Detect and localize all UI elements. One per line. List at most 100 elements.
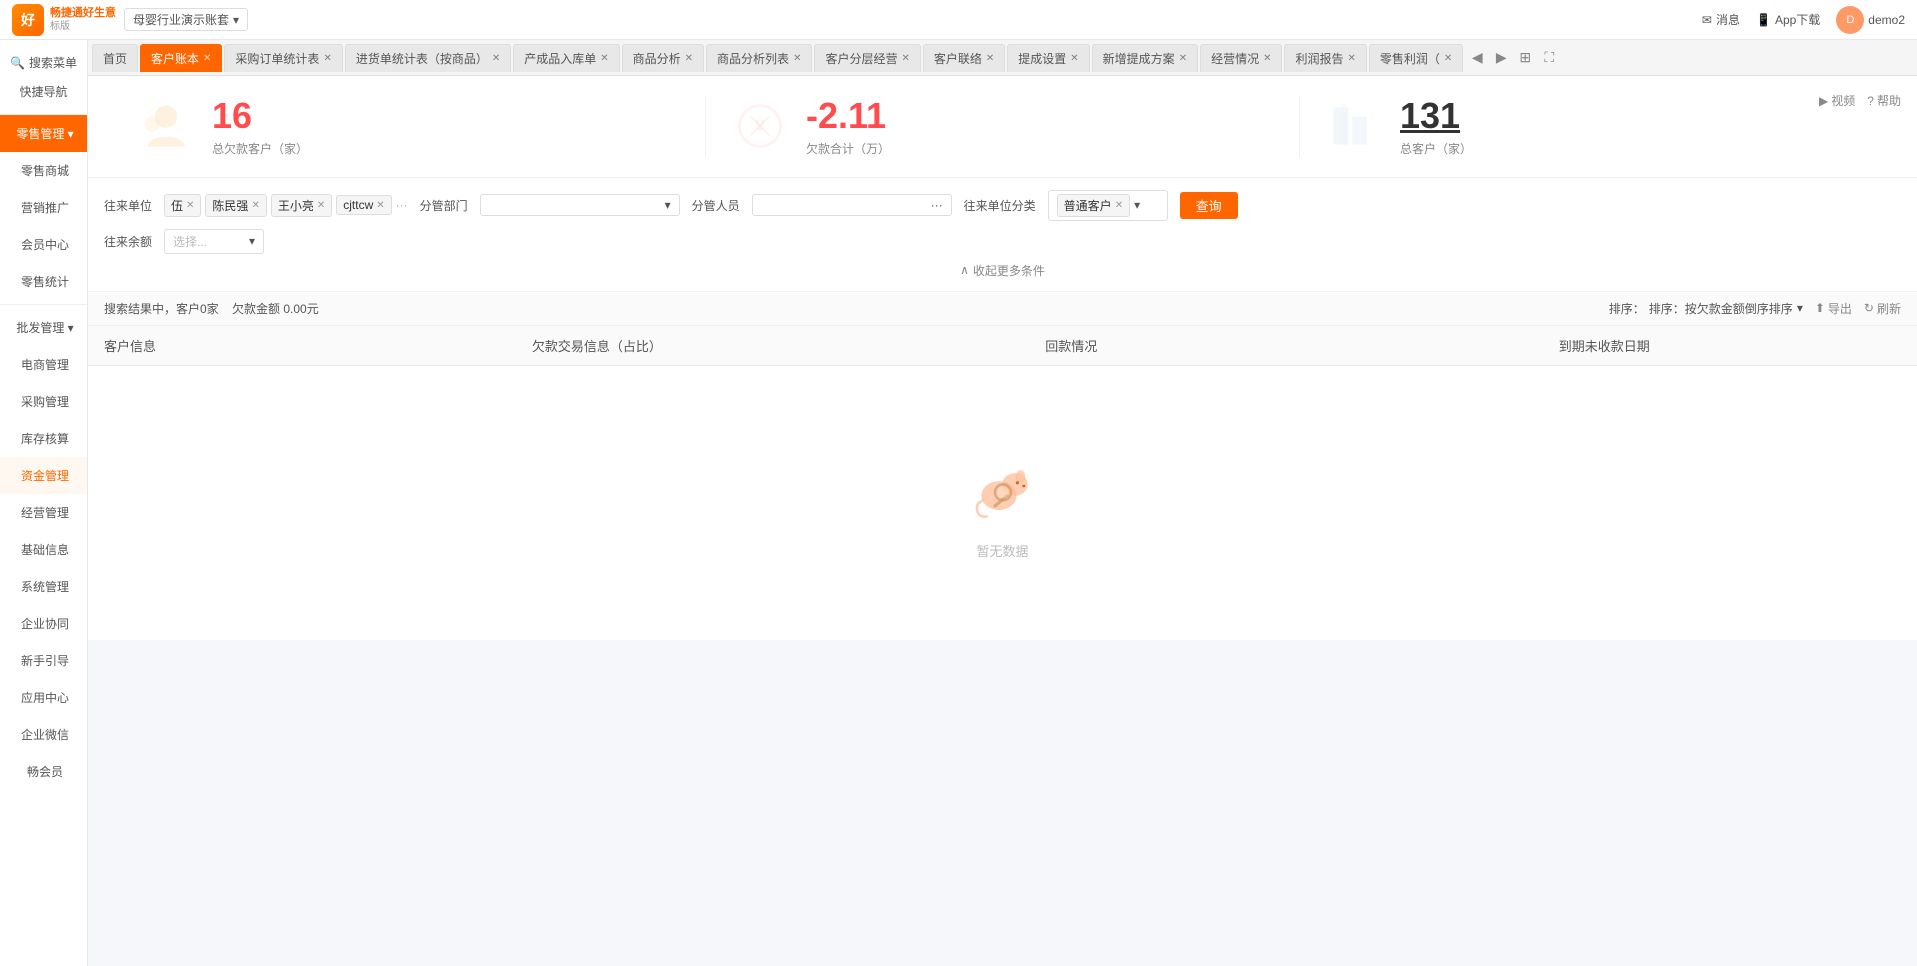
filter-person-label: 分管人员 [692, 197, 740, 214]
tab-retail-profit[interactable]: 零售利润（ ✕ [1369, 44, 1463, 72]
tab-inventory-stats[interactable]: 进货单统计表（按商品） ✕ [345, 44, 511, 72]
filter-balance-label: 往来余额 [104, 233, 152, 250]
sidebar-item-finance-mgmt[interactable]: 资金管理 [0, 457, 87, 494]
message-btn[interactable]: ✉ 消息 [1702, 11, 1740, 28]
account-dropdown[interactable]: 母婴行业演示账套 ▾ [124, 8, 248, 31]
table-header: 客户信息 欠款交易信息（占比） 回款情况 到期未收款日期 [88, 326, 1917, 366]
sidebar-item-purchase-mgmt[interactable]: 采购管理 [0, 383, 87, 420]
tab-new-promo-plan[interactable]: 新增提成方案 ✕ [1092, 44, 1198, 72]
message-icon: ✉ [1702, 13, 1712, 27]
sidebar-search-btn[interactable]: 🔍 搜索菜单 [0, 48, 87, 77]
sidebar-item-member-benefit[interactable]: 畅会员 [0, 753, 87, 790]
help-btn[interactable]: ? 帮助 [1867, 92, 1901, 109]
phone-icon: 📱 [1756, 13, 1771, 27]
tab-customer-contact[interactable]: 客户联络 ✕ [923, 44, 1005, 72]
chevron-down-icon-dept: ▾ [665, 198, 671, 212]
empty-illustration [963, 446, 1043, 529]
close-tab-customer-contact[interactable]: ✕ [986, 53, 994, 64]
stat-value-1: 16 [212, 96, 308, 136]
filter-balance-select[interactable]: 选择... ▾ [164, 229, 264, 254]
result-summary: 搜索结果中，客户0家 欠款金额 0.00元 [104, 300, 319, 317]
close-tab-profit-report[interactable]: ✕ [1348, 53, 1356, 64]
tab-product-inbound[interactable]: 产成品入库单 ✕ [513, 44, 619, 72]
close-tab-retail-profit[interactable]: ✕ [1444, 53, 1452, 64]
stat-value-3: 131 [1400, 96, 1472, 136]
stat-total-debt-customers: 16 总欠款客户（家） [112, 96, 706, 157]
sidebar-item-member-center[interactable]: 会员中心 [0, 226, 87, 263]
filter-category-select[interactable]: 普通客户 ✕ ▾ [1048, 190, 1168, 221]
video-btn[interactable]: ▶ 视频 [1819, 92, 1855, 109]
tab-purchase-order-stats[interactable]: 采购订单统计表 ✕ [224, 44, 342, 72]
filter-person-select[interactable]: ··· [752, 194, 952, 216]
tab-nav-menu[interactable]: ⊞ [1515, 48, 1535, 68]
sidebar-item-wholesale-mgmt[interactable]: 批发管理 ▾ [0, 309, 87, 346]
close-tab-business-status[interactable]: ✕ [1263, 53, 1271, 64]
close-tab-inventory-stats[interactable]: ✕ [492, 53, 500, 64]
sidebar-item-new-guide[interactable]: 新手引导 [0, 642, 87, 679]
close-tab-new-promo-plan[interactable]: ✕ [1179, 53, 1187, 64]
avatar: D [1836, 6, 1864, 34]
stat-icon-3 [1324, 96, 1384, 156]
sidebar-item-retail-stats[interactable]: 零售统计 [0, 263, 87, 300]
filter-more-btn[interactable]: ··· [396, 198, 408, 212]
stat-content-1: 16 总欠款客户（家） [212, 96, 308, 157]
sidebar-item-ecommerce-mgmt[interactable]: 电商管理 [0, 346, 87, 383]
close-tab-product-analysis[interactable]: ✕ [685, 53, 693, 64]
close-tab-purchase-order-stats[interactable]: ✕ [323, 53, 331, 64]
sidebar-item-retail-mgmt[interactable]: 零售管理 ▾ [0, 115, 87, 152]
search-button[interactable]: 查询 [1180, 192, 1238, 219]
stat-label-1: 总欠款客户（家） [212, 140, 308, 157]
tab-product-analysis[interactable]: 商品分析 ✕ [622, 44, 704, 72]
remove-tag-unit-4[interactable]: ✕ [376, 200, 384, 211]
tab-customer-segment[interactable]: 客户分层经营 ✕ [814, 44, 920, 72]
logo-icon: 好 [12, 4, 44, 36]
stat-content-2: -2.11 欠款合计（万） [806, 96, 890, 157]
close-tab-product-analysis-list[interactable]: ✕ [793, 53, 801, 64]
remove-tag-category[interactable]: ✕ [1115, 200, 1123, 211]
close-tab-customer-accounts[interactable]: ✕ [203, 53, 211, 64]
chevron-down-icon-category: ▾ [1134, 198, 1140, 212]
stats-banner-actions: ▶ 视频 ? 帮助 [1819, 92, 1901, 109]
sidebar-item-retail-mall[interactable]: 零售商城 [0, 152, 87, 189]
close-tab-customer-segment[interactable]: ✕ [901, 53, 909, 64]
stat-content-3: 131 总客户（家） [1400, 96, 1472, 157]
stat-total-customers: 131 总客户（家） [1300, 96, 1893, 157]
tab-nav-next[interactable]: ▶ [1491, 48, 1511, 68]
tab-fullscreen[interactable]: ⛶ [1539, 48, 1559, 68]
top-bar: 好 畅捷通好生意 标版 母婴行业演示账套 ▾ ✉ 消息 📱 App下载 D de… [0, 0, 1917, 40]
user-avatar-area[interactable]: D demo2 [1836, 6, 1905, 34]
sidebar-item-enterprise-wechat[interactable]: 企业微信 [0, 716, 87, 753]
quick-nav-btn[interactable]: 快捷导航 [0, 77, 87, 106]
refresh-btn[interactable]: ↻ 刷新 [1864, 300, 1901, 317]
tab-home[interactable]: 首页 [92, 44, 138, 72]
remove-tag-unit-1[interactable]: ✕ [186, 200, 194, 211]
sort-label: 排序： [1609, 300, 1645, 317]
tab-profit-report[interactable]: 利润报告 ✕ [1284, 44, 1366, 72]
export-btn[interactable]: ⬆ 导出 [1815, 300, 1852, 317]
close-tab-promo-settings[interactable]: ✕ [1070, 53, 1078, 64]
tab-customer-accounts[interactable]: 客户账本 ✕ [140, 44, 222, 72]
tab-promo-settings[interactable]: 提成设置 ✕ [1007, 44, 1089, 72]
filter-dept-select[interactable]: ▾ [480, 194, 680, 216]
sidebar-item-basic-info[interactable]: 基础信息 [0, 531, 87, 568]
sidebar-item-enterprise-collab[interactable]: 企业协同 [0, 605, 87, 642]
close-tab-product-inbound[interactable]: ✕ [600, 53, 608, 64]
remove-tag-unit-3[interactable]: ✕ [317, 200, 325, 211]
search-icon: 🔍 [10, 56, 25, 70]
sidebar-item-marketing[interactable]: 营销推广 [0, 189, 87, 226]
sidebar-item-operations-mgmt[interactable]: 经营管理 [0, 494, 87, 531]
tab-nav-prev[interactable]: ◀ [1467, 48, 1487, 68]
sidebar-item-system-mgmt[interactable]: 系统管理 [0, 568, 87, 605]
app-download-btn[interactable]: 📱 App下载 [1756, 11, 1820, 28]
tab-product-analysis-list[interactable]: 商品分析列表 ✕ [706, 44, 812, 72]
filter-row-2: 往来余额 选择... ▾ [104, 229, 1901, 254]
tab-bar: 首页 客户账本 ✕ 采购订单统计表 ✕ 进货单统计表（按商品） ✕ 产成品入库单… [88, 40, 1917, 76]
filter-category-label: 往来单位分类 [964, 197, 1036, 214]
tab-business-status[interactable]: 经营情况 ✕ [1200, 44, 1282, 72]
sort-select[interactable]: 排序： 排序：按欠款金额倒序排序 ▾ [1609, 300, 1803, 317]
sidebar-item-inventory-check[interactable]: 库存核算 [0, 420, 87, 457]
collapse-btn[interactable]: ∧ 收起更多条件 [960, 262, 1045, 279]
sidebar-item-app-center[interactable]: 应用中心 [0, 679, 87, 716]
remove-tag-unit-2[interactable]: ✕ [251, 200, 259, 211]
stat-value-2: -2.11 [806, 96, 890, 136]
